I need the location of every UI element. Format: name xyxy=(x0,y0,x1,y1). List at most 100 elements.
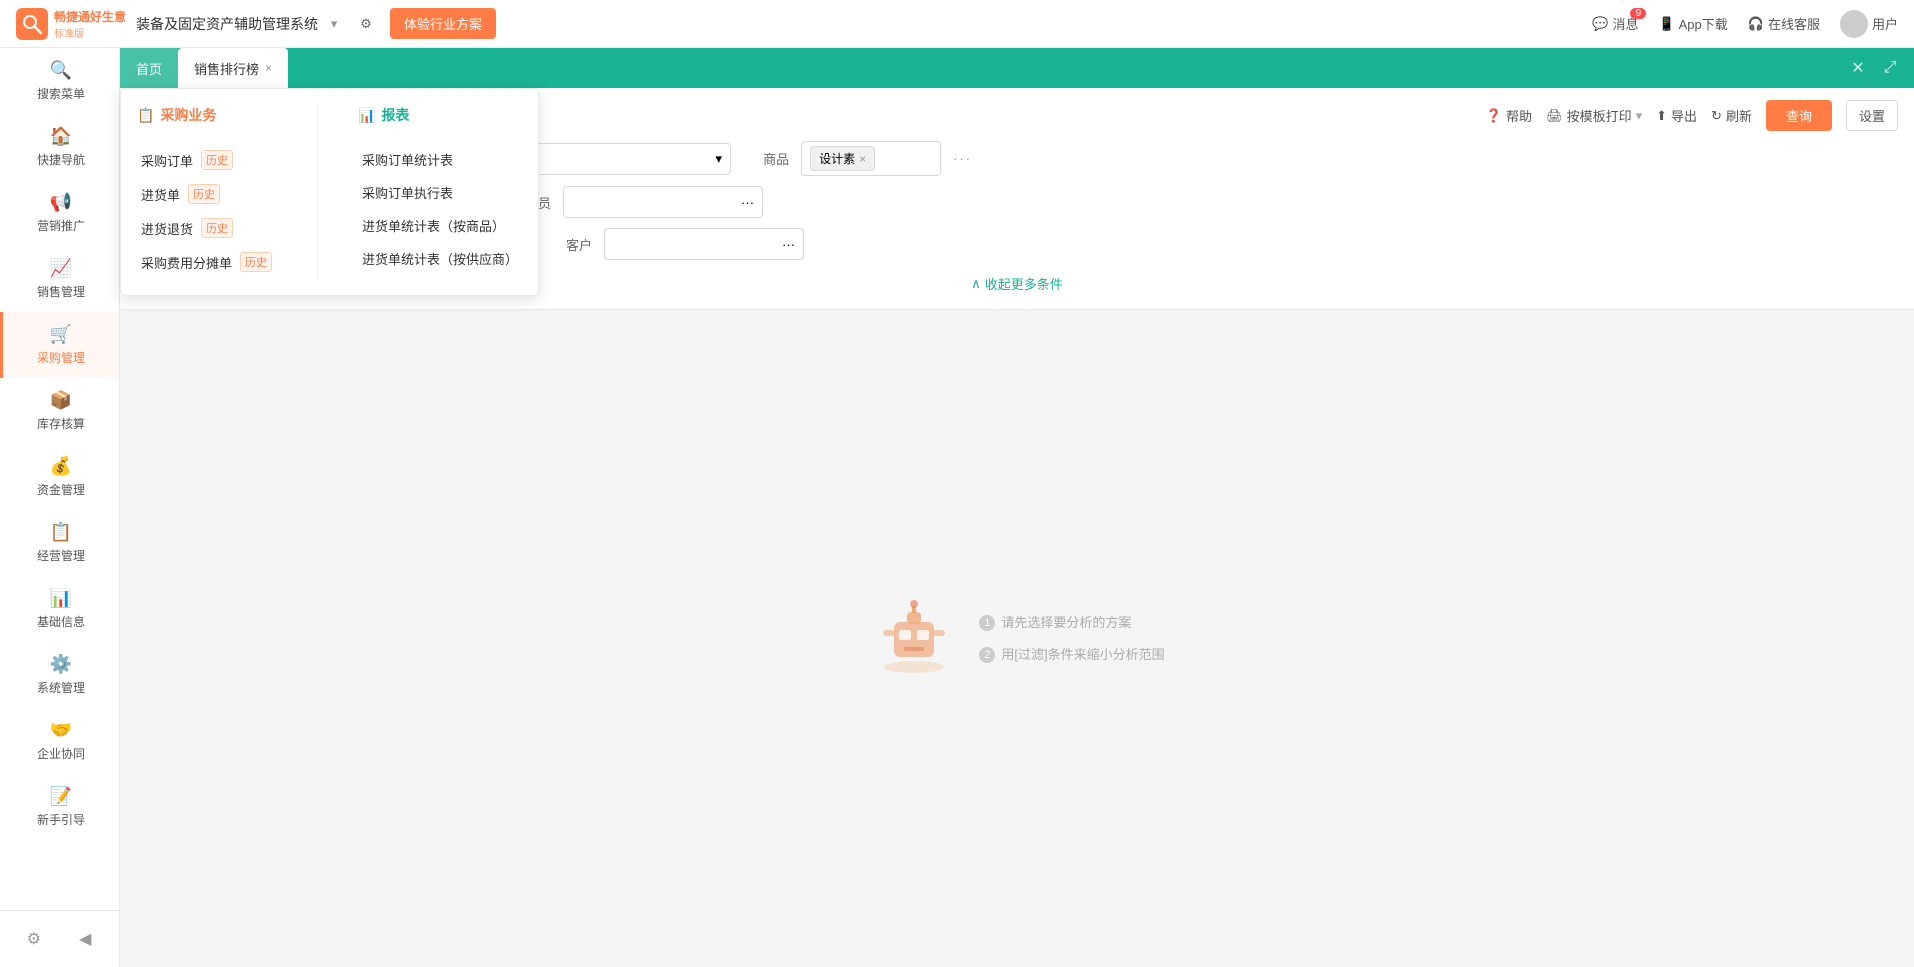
main-content: 1 请先选择要分析的方案 2 用[过滤]条件来缩小分析范围 xyxy=(120,310,1914,967)
guide-icon: 📝 xyxy=(50,786,72,807)
user-button[interactable]: 用户 xyxy=(1840,10,1898,38)
empty-text: 1 请先选择要分析的方案 2 用[过滤]条件来缩小分析范围 xyxy=(979,610,1164,668)
history-badge-1: 历史 xyxy=(188,184,220,204)
footer-collapse-button[interactable]: ◀ xyxy=(69,923,101,955)
tab-expand-button[interactable]: ⤢ xyxy=(1878,56,1902,80)
voucher-status-arrow: ▾ xyxy=(716,151,723,167)
logo-text: 畅捷通好生意 标准版 xyxy=(54,8,126,40)
inventory-icon: 📦 xyxy=(50,390,72,411)
headset-icon: 🎧 xyxy=(1748,16,1764,32)
logo-icon xyxy=(16,8,48,40)
query-button[interactable]: 查询 xyxy=(1766,100,1832,131)
salesperson-select[interactable]: ··· xyxy=(563,186,763,218)
footer-settings-button[interactable]: ⚙ xyxy=(18,923,50,955)
app-download-button[interactable]: 📱 App下载 xyxy=(1658,14,1727,33)
goods-input-area[interactable]: 设计素 × xyxy=(801,141,941,176)
basic-info-icon: 📊 xyxy=(50,588,72,609)
finance-icon: 💰 xyxy=(50,456,72,477)
logo-area: 畅捷通好生意 标准版 xyxy=(16,8,136,40)
settings-button[interactable]: 设置 xyxy=(1846,100,1898,131)
tab-close-button[interactable]: ✕ xyxy=(1846,56,1870,80)
menu-item-order-exec[interactable]: 采购订单执行表 xyxy=(358,176,522,209)
system-title: 装备及固定资产辅助管理系统 xyxy=(136,14,318,34)
purchase-icon: 🛒 xyxy=(50,324,72,345)
sidebar-footer: ⚙ ◀ xyxy=(0,910,119,967)
sidebar-item-inventory[interactable]: 📦 库存核算 xyxy=(0,378,119,444)
online-service-button[interactable]: 🎧 在线客服 xyxy=(1748,14,1820,33)
refresh-icon: ↻ xyxy=(1711,108,1722,124)
sidebar-item-sales[interactable]: 📈 销售管理 xyxy=(0,246,119,312)
menu-item-incoming[interactable]: 进货单 历史 xyxy=(137,177,277,211)
sidebar-item-purchase[interactable]: 🛒 采购管理 xyxy=(0,312,119,378)
sales-icon: 📈 xyxy=(50,258,72,279)
marketing-icon: 📢 xyxy=(50,192,72,213)
sidebar-item-basic-info[interactable]: 📊 基础信息 xyxy=(0,576,119,642)
menu-item-incoming-stats-goods[interactable]: 进货单统计表（按商品） xyxy=(358,209,522,242)
menu-item-incoming-stats-supplier[interactable]: 进货单统计表（按供应商） xyxy=(358,242,522,275)
top-header: 畅捷通好生意 标准版 装备及固定资产辅助管理系统 ▾ ⚙ 体验行业方案 💬 消息… xyxy=(0,0,1914,48)
sidebar: 🔍 搜索菜单 🏠 快捷导航 📢 营销推广 📈 销售管理 🛒 采购管理 📦 库存核… xyxy=(0,48,120,967)
refresh-button[interactable]: ↻ 刷新 xyxy=(1711,106,1752,125)
menu-item-purchase-order[interactable]: 采购订单 历史 xyxy=(137,143,277,177)
export-button[interactable]: ⬆ 导出 xyxy=(1656,106,1697,125)
sidebar-item-quick-nav[interactable]: 🏠 快捷导航 xyxy=(0,114,119,180)
sidebar-item-ops[interactable]: 📋 经营管理 xyxy=(0,510,119,576)
sidebar-item-finance[interactable]: 💰 资金管理 xyxy=(0,444,119,510)
search-icon: 🔍 xyxy=(50,60,72,81)
goods-tag-close[interactable]: × xyxy=(859,152,866,166)
purchase-menu-section: 📋 采购业务 采购订单 历史 进货单 历史 进货退货 历史 采购费用分摊单 历史 xyxy=(137,105,277,279)
step1-num: 1 xyxy=(979,615,995,631)
purchase-section-icon: 📋 xyxy=(137,107,154,124)
menu-item-return[interactable]: 进货退货 历史 xyxy=(137,211,277,245)
report-section-icon: 📊 xyxy=(358,107,375,124)
salesperson-arrow: ··· xyxy=(741,195,754,210)
sidebar-item-enterprise[interactable]: 🤝 企业协同 xyxy=(0,708,119,774)
menu-item-expense[interactable]: 采购费用分摊单 历史 xyxy=(137,245,277,279)
report-menu-section: 📊 报表 采购订单统计表 采购订单执行表 进货单统计表（按商品） 进货单统计表（… xyxy=(358,105,522,279)
print-icon: 🖨 xyxy=(1546,108,1563,124)
phone-icon: 📱 xyxy=(1658,16,1674,32)
tab-close-icon[interactable]: × xyxy=(265,61,272,75)
tab-bar: 首页 销售排行榜 × ✕ ⤢ xyxy=(120,48,1914,88)
ops-icon: 📋 xyxy=(50,522,72,543)
sidebar-item-sys[interactable]: ⚙️ 系统管理 xyxy=(0,642,119,708)
goods-label: 商品 xyxy=(763,149,789,168)
system-title-area: 装备及固定资产辅助管理系统 ▾ ⚙ 体验行业方案 xyxy=(136,8,1592,40)
purchase-dropdown-menu: 📋 采购业务 采购订单 历史 进货单 历史 进货退货 历史 采购费用分摊单 历史 xyxy=(120,88,539,296)
messages-button[interactable]: 💬 消息 9 xyxy=(1592,14,1638,33)
tab-home[interactable]: 首页 xyxy=(120,48,178,88)
help-button[interactable]: ❓ 帮助 xyxy=(1486,106,1532,125)
menu-divider xyxy=(317,105,318,279)
report-section-title: 📊 报表 xyxy=(358,105,522,131)
customer-select[interactable]: ··· xyxy=(604,228,804,260)
print-button[interactable]: 🖨 按模板打印 ▾ xyxy=(1546,106,1642,125)
customer-dots: ··· xyxy=(782,237,795,252)
tab-sales-rank[interactable]: 销售排行榜 × xyxy=(178,48,288,88)
sidebar-item-marketing[interactable]: 📢 营销推广 xyxy=(0,180,119,246)
purchase-section-title: 📋 采购业务 xyxy=(137,105,277,131)
empty-illustration xyxy=(869,592,959,685)
print-dropdown-arrow[interactable]: ▾ xyxy=(1636,108,1643,124)
home-icon: 🏠 xyxy=(50,126,72,147)
notification-badge: 9 xyxy=(1630,8,1646,19)
header-right: 💬 消息 9 📱 App下载 🎧 在线客服 用户 xyxy=(1592,10,1898,38)
goods-tag: 设计素 × xyxy=(810,146,875,171)
export-icon: ⬆ xyxy=(1656,108,1667,124)
message-icon: 💬 xyxy=(1592,16,1608,32)
goods-more-dots[interactable]: ··· xyxy=(953,151,972,166)
collapse-icon: ∧ xyxy=(971,276,981,292)
history-badge-0: 历史 xyxy=(201,150,233,170)
history-badge-3: 历史 xyxy=(240,252,272,272)
trial-button[interactable]: 体验行业方案 xyxy=(390,8,496,39)
menu-item-order-stats[interactable]: 采购订单统计表 xyxy=(358,143,522,176)
empty-state: 1 请先选择要分析的方案 2 用[过滤]条件来缩小分析范围 xyxy=(869,592,1164,685)
collapse-button[interactable]: ∧ 收起更多条件 xyxy=(963,270,1071,297)
sidebar-item-search[interactable]: 🔍 搜索菜单 xyxy=(0,48,119,114)
customer-label: 客户 xyxy=(566,235,592,254)
system-settings-icon[interactable]: ⚙ xyxy=(350,8,382,40)
system-dropdown-arrow[interactable]: ▾ xyxy=(326,16,342,32)
step2-num: 2 xyxy=(979,647,995,663)
sidebar-item-guide[interactable]: 📝 新手引导 xyxy=(0,774,119,840)
voucher-status-select[interactable]: ▾ xyxy=(531,143,731,175)
sys-icon: ⚙️ xyxy=(50,654,72,675)
